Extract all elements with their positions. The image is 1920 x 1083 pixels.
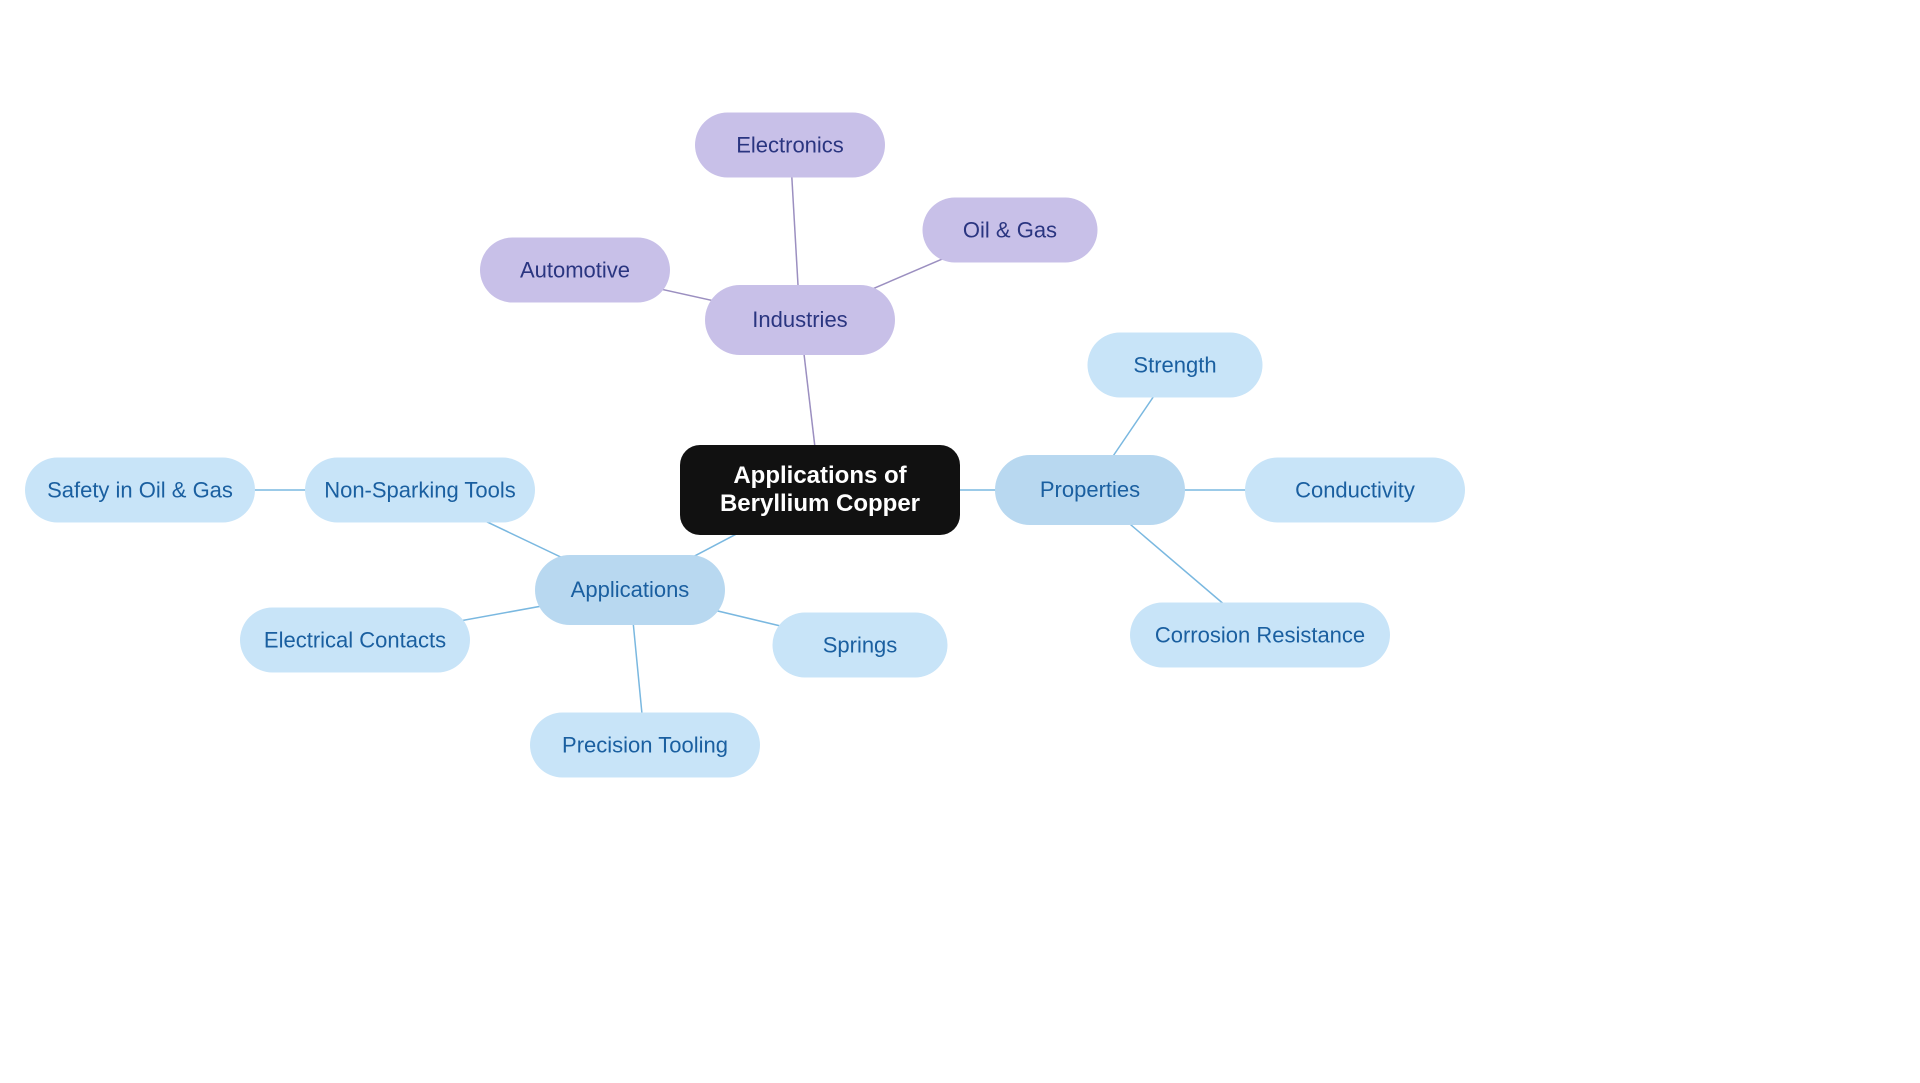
strength-node: Strength	[1088, 333, 1263, 398]
automotive-node: Automotive	[480, 238, 670, 303]
oilgas-ind-node: Oil & Gas	[923, 198, 1098, 263]
safety-node: Safety in Oil & Gas	[25, 458, 255, 523]
automotive-label: Automotive	[520, 257, 630, 283]
strength-label: Strength	[1133, 352, 1216, 378]
electrical-label: Electrical Contacts	[264, 627, 446, 653]
applications-label: Applications	[571, 577, 690, 603]
nonsparking-label: Non-Sparking Tools	[324, 477, 516, 503]
electronics-label: Electronics	[736, 132, 844, 158]
corrosion-label: Corrosion Resistance	[1155, 622, 1365, 648]
properties-node: Properties	[995, 455, 1185, 525]
springs-node: Springs	[773, 613, 948, 678]
springs-label: Springs	[823, 632, 898, 658]
precision-label: Precision Tooling	[562, 732, 728, 758]
center-label: Applications of Beryllium Copper	[680, 462, 960, 518]
industries-node: Industries	[705, 285, 895, 355]
oilgas-ind-label: Oil & Gas	[963, 217, 1057, 243]
electronics-node: Electronics	[695, 113, 885, 178]
nonsparking-node: Non-Sparking Tools	[305, 458, 535, 523]
industries-label: Industries	[752, 307, 847, 333]
conductivity-label: Conductivity	[1295, 477, 1415, 503]
applications-node: Applications	[535, 555, 725, 625]
conductivity-node: Conductivity	[1245, 458, 1465, 523]
properties-label: Properties	[1040, 477, 1140, 503]
electrical-node: Electrical Contacts	[240, 608, 470, 673]
precision-node: Precision Tooling	[530, 713, 760, 778]
center-node: Applications of Beryllium Copper	[680, 445, 960, 535]
safety-label: Safety in Oil & Gas	[47, 477, 233, 503]
corrosion-node: Corrosion Resistance	[1130, 603, 1390, 668]
